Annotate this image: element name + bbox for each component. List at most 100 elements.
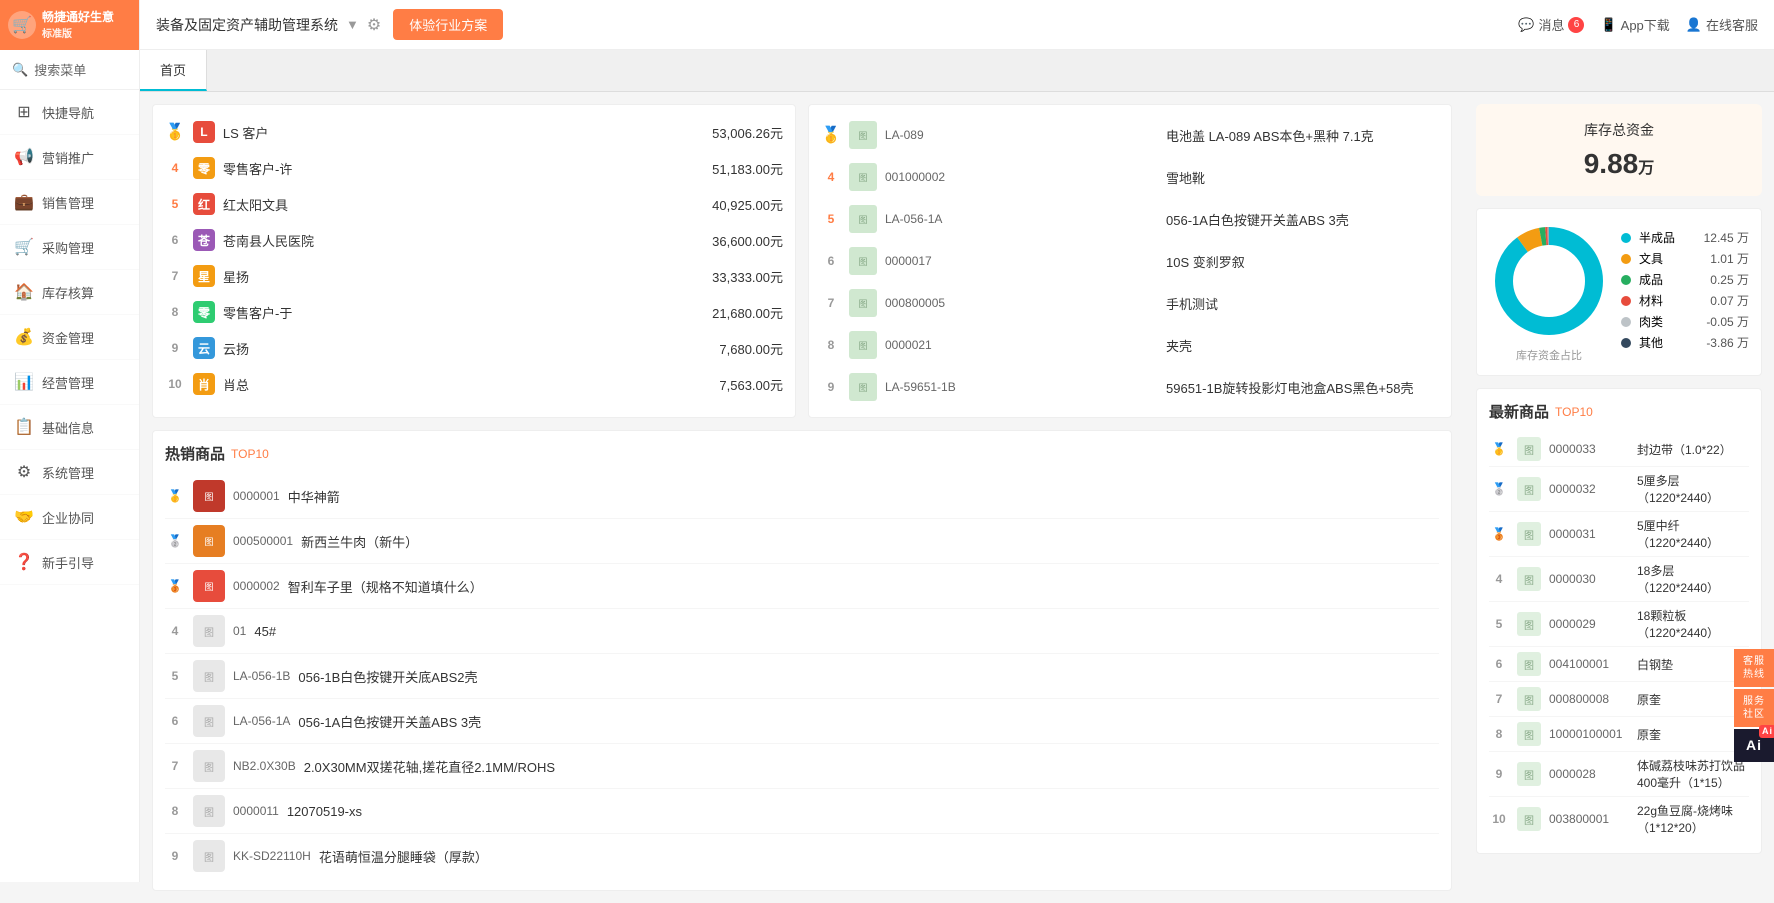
sidebar-item-quick-nav[interactable]: ⊞ 快捷导航 (0, 90, 139, 135)
viewed-thumb-5: 图 (849, 289, 877, 317)
logo-title: 畅捷通好生意 (42, 10, 114, 24)
sidebar-item-basic[interactable]: 📋 基础信息 (0, 405, 139, 450)
viewed-name-6: 夹壳 (1166, 336, 1439, 355)
viewed-code-6: 0000021 (885, 338, 1158, 352)
newest-code-7: 000800008 (1549, 692, 1629, 706)
newest-thumb-8: 图 (1517, 722, 1541, 746)
hot-product-2: 🥈 图 000500001 新西兰牛肉（新牛） (165, 519, 1439, 564)
hot-thumb-5: 图 (193, 660, 225, 692)
viewed-rank-num-5: 7 (821, 296, 841, 310)
float-community-btn[interactable]: 服务社区 (1734, 689, 1774, 727)
customer-amount-3: 40,925.00元 (712, 195, 783, 214)
hot-rank-5: 5 (165, 669, 185, 683)
viewed-thumb-6: 图 (849, 331, 877, 359)
sidebar-label-guide: 新手引导 (42, 553, 94, 572)
hot-products-section: 热销商品 TOP10 🥇 图 0000001 中华神箭 🥈 图 00050000… (152, 430, 1452, 891)
sidebar-item-cooperation[interactable]: 🤝 企业协同 (0, 495, 139, 540)
sidebar-label-finance: 资金管理 (42, 328, 94, 347)
sidebar-logo: 🛒 畅捷通好生意 标准版 (0, 0, 139, 50)
sidebar-item-inventory[interactable]: 🏠 库存核算 (0, 270, 139, 315)
float-service-btn[interactable]: 客服热线 (1734, 649, 1774, 687)
hot-name-3: 智利车子里（规格不知道填什么） (288, 577, 483, 596)
trial-button[interactable]: 体验行业方案 (393, 9, 503, 40)
legend-dot-0 (1621, 233, 1631, 243)
customer-name-8: 肖总 (223, 375, 711, 394)
hot-rank-1: 🥇 (165, 489, 185, 503)
legend-label-3: 材料 (1639, 292, 1663, 309)
hot-product-4: 4 图 01 45# (165, 609, 1439, 654)
sidebar-item-purchase[interactable]: 🛒 采购管理 (0, 225, 139, 270)
viewed-rank-num-7: 9 (821, 380, 841, 394)
sidebar-item-sales[interactable]: 💼 销售管理 (0, 180, 139, 225)
hot-code-9: KK-SD22110H (233, 849, 311, 863)
hot-rank-2: 🥈 (165, 534, 185, 548)
newest-item-2: 🥈 图 0000032 5厘多层（1220*2440） (1489, 467, 1749, 512)
app-download-item[interactable]: 📱 App下载 (1600, 15, 1669, 34)
customer-badge-8: 肖 (193, 373, 215, 395)
search-menu-label: 搜索菜单 (34, 60, 86, 79)
viewed-name-3: 056-1A白色按键开关盖ABS 3壳 (1166, 210, 1439, 229)
customer-badge-3: 红 (193, 193, 215, 215)
inventory-icon: 🏠 (14, 282, 34, 302)
viewed-name-7: 59651-1B旋转投影灯电池盒ABS黑色+58壳 (1166, 378, 1439, 397)
hot-rank-8: 8 (165, 804, 185, 818)
customer-name-6: 零售客户-于 (223, 303, 704, 322)
newest-code-3: 0000031 (1549, 527, 1629, 541)
newest-list: 🥇 图 0000033 封边带（1.0*22） 🥈 图 0000032 5厘多层… (1489, 432, 1749, 841)
hot-code-3: 0000002 (233, 579, 280, 593)
legend-label-1: 文具 (1639, 250, 1663, 267)
online-service-item[interactable]: 👤 在线客服 (1686, 15, 1758, 34)
newest-item-8: 8 图 10000100001 原奎 (1489, 717, 1749, 752)
newest-name-9: 体碱荔枝味苏打饮品400毫升（1*15） (1637, 757, 1749, 791)
sidebar-item-system[interactable]: ⚙ 系统管理 (0, 450, 139, 495)
donut-label: 库存资金占比 (1489, 347, 1609, 363)
operations-icon: 📊 (14, 372, 34, 392)
dropdown-icon[interactable]: ▼ (346, 17, 359, 32)
sidebar-label-quick-nav: 快捷导航 (42, 103, 94, 122)
content-main: 🥇 L LS 客户 53,006.26元 4 零 零售客户-许 51,183.0… (140, 92, 1464, 903)
legend-dot-2 (1621, 275, 1631, 285)
customer-amount-2: 51,183.00元 (712, 159, 783, 178)
hot-code-7: NB2.0X30B (233, 759, 296, 773)
hot-code-6: LA-056-1A (233, 714, 290, 728)
customer-badge-1: L (193, 121, 215, 143)
sidebar-item-marketing[interactable]: 📢 营销推广 (0, 135, 139, 180)
online-service-label: 在线客服 (1706, 15, 1758, 34)
sidebar-item-guide[interactable]: ❓ 新手引导 (0, 540, 139, 585)
float-ai-btn[interactable]: Ai Ai (1734, 729, 1774, 762)
newest-thumb-9: 图 (1517, 762, 1541, 786)
sidebar-label-basic: 基础信息 (42, 418, 94, 437)
newest-rank-3: 🥉 (1489, 527, 1509, 541)
tab-home[interactable]: 首页 (140, 50, 207, 91)
donut-container: 库存资金占比 半成品 12.45 万 (1489, 221, 1749, 363)
hot-rank-7: 7 (165, 759, 185, 773)
newest-item-1: 🥇 图 0000033 封边带（1.0*22） (1489, 432, 1749, 467)
viewed-rank-3: 5 图 LA-056-1A 056-1A白色按键开关盖ABS 3壳 (821, 201, 1439, 237)
legend-value-2: 0.25 万 (1710, 271, 1749, 288)
message-item[interactable]: 💬 消息 6 (1518, 15, 1584, 34)
donut-section: 库存资金占比 半成品 12.45 万 (1476, 208, 1762, 376)
legend-item-5: 其他 -3.86 万 (1621, 334, 1749, 351)
customer-badge-4: 苍 (193, 229, 215, 251)
settings-icon[interactable]: ⚙ (367, 15, 381, 35)
search-menu[interactable]: 🔍 搜索菜单 (0, 50, 139, 90)
newest-code-4: 0000030 (1549, 572, 1629, 586)
viewed-medal-1: 🥇 (821, 125, 841, 145)
viewed-rank-num-2: 4 (821, 170, 841, 184)
sidebar-item-operations[interactable]: 📊 经营管理 (0, 360, 139, 405)
customer-rank-4: 6 苍 苍南县人民医院 36,600.00元 (165, 225, 783, 255)
customer-amount-8: 7,563.00元 (719, 375, 783, 394)
viewed-thumb-1: 图 (849, 121, 877, 149)
customer-rank-6: 8 零 零售客户-于 21,680.00元 (165, 297, 783, 327)
viewed-rank-num-6: 8 (821, 338, 841, 352)
legend-item-0: 半成品 12.45 万 (1621, 229, 1749, 246)
customer-amount-5: 33,333.00元 (712, 267, 783, 286)
viewed-rank-2: 4 图 001000002 雪地靴 (821, 159, 1439, 195)
hot-thumb-6: 图 (193, 705, 225, 737)
ai-badge: Ai (1759, 725, 1774, 738)
newest-code-10: 003800001 (1549, 812, 1629, 826)
sidebar-item-finance[interactable]: 💰 资金管理 (0, 315, 139, 360)
customer-name-4: 苍南县人民医院 (223, 231, 704, 250)
legend-label-0: 半成品 (1639, 229, 1675, 246)
legend-item-1: 文具 1.01 万 (1621, 250, 1749, 267)
